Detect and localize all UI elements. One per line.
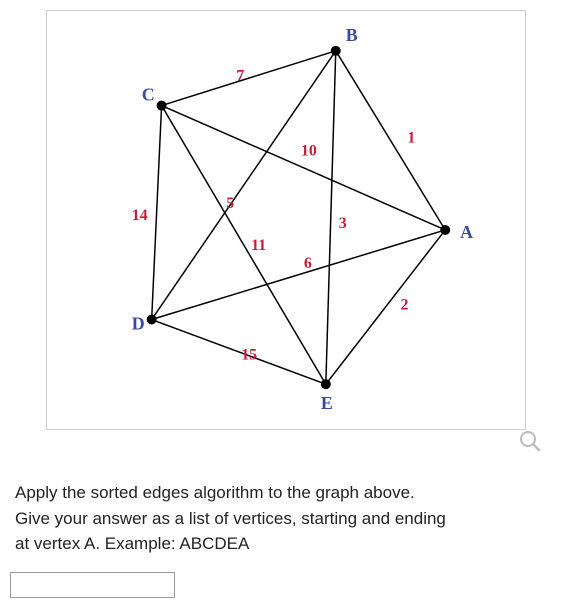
graph-container: 1 2 3 5 6 7 10 11 14 15 A B C D E	[46, 10, 526, 430]
vertex-A	[440, 225, 450, 235]
vertex-label-D: D	[131, 313, 144, 333]
graph-svg: 1 2 3 5 6 7 10 11 14 15 A B C D E	[47, 11, 525, 429]
vertex-label-E: E	[320, 393, 332, 413]
vertex-B	[330, 46, 340, 56]
edge-weight-CD: 14	[131, 207, 147, 224]
edge-CD	[151, 106, 161, 320]
edge-CB	[161, 51, 335, 106]
edge-BD	[151, 51, 335, 320]
vertex-label-C: C	[141, 85, 154, 105]
edge-weight-AE: 2	[400, 297, 408, 314]
edge-weight-AB: 1	[407, 129, 415, 146]
edge-AB	[335, 51, 444, 230]
zoom-icon[interactable]	[519, 430, 541, 457]
vertex-label-A: A	[460, 222, 473, 242]
edge-AE	[325, 230, 444, 384]
answer-input[interactable]	[10, 572, 175, 598]
question-text: Apply the sorted edges algorithm to the …	[10, 480, 561, 557]
edge-DE	[151, 320, 325, 385]
question-line-1: Apply the sorted edges algorithm to the …	[15, 483, 415, 502]
question-line-3: at vertex A. Example: ABCDEA	[15, 534, 249, 553]
edge-weight-CE: 5	[226, 195, 234, 212]
vertex-D	[146, 315, 156, 325]
edge-AC	[161, 106, 445, 230]
edge-BE	[325, 51, 335, 384]
edge-weight-BD: 10	[300, 142, 316, 159]
vertex-C	[156, 101, 166, 111]
vertex-E	[320, 379, 330, 389]
question-line-2: Give your answer as a list of vertices, …	[15, 509, 446, 528]
edge-weight-DE: 15	[241, 346, 257, 363]
vertex-label-B: B	[345, 25, 357, 45]
edge-weight-AC: 11	[251, 237, 266, 254]
edge-weight-BE: 3	[338, 215, 346, 232]
edge-weight-CB: 7	[236, 68, 244, 85]
edge-weight-AD: 6	[303, 255, 311, 272]
